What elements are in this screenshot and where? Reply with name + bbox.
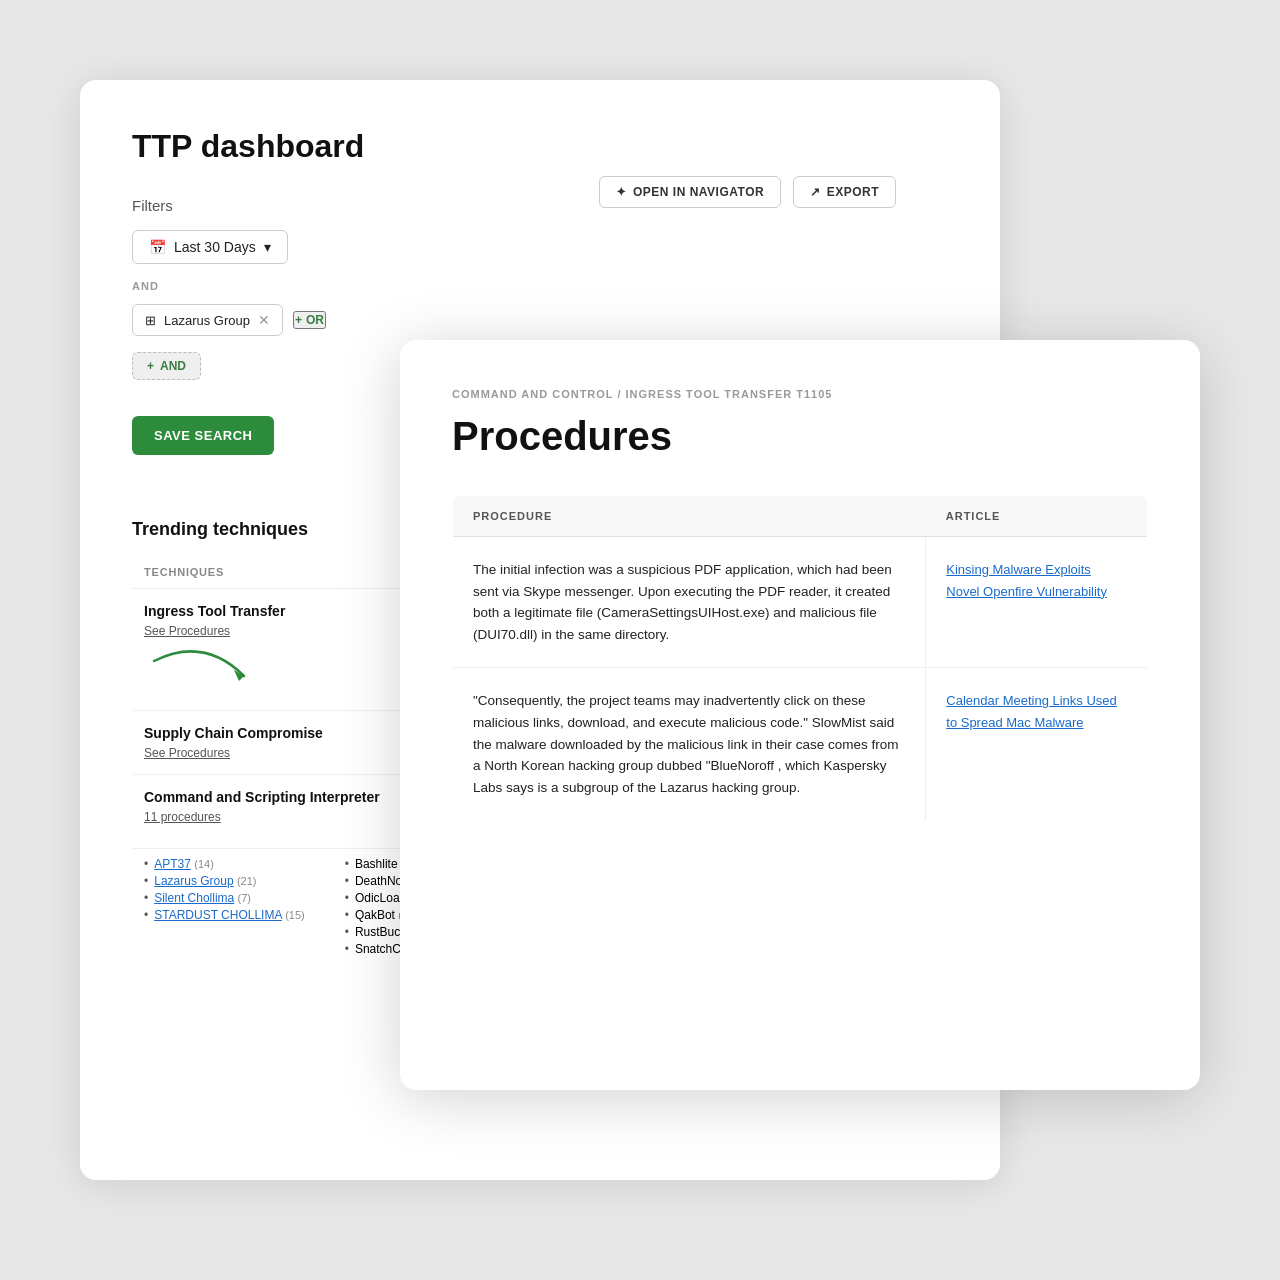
list-item: STARDUST CHOLLIMA (15) [144, 908, 305, 922]
navigator-icon: ✦ [616, 185, 627, 199]
article-cell: Kinsing Malware Exploits Novel Openfire … [926, 537, 1148, 668]
see-procedures-link[interactable]: See Procedures [144, 624, 230, 638]
export-button[interactable]: ↗ EXPORT [793, 176, 896, 208]
or-button[interactable]: + OR [293, 311, 326, 329]
save-search-button[interactable]: SAVE SEARCH [132, 416, 274, 455]
breadcrumb: COMMAND AND CONTROL / INGRESS TOOL TRANS… [452, 388, 1148, 400]
and-label: AND [132, 280, 948, 292]
page-title: TTP dashboard [132, 128, 948, 165]
procedures-panel: COMMAND AND CONTROL / INGRESS TOOL TRANS… [400, 340, 1200, 1090]
article-col-header: ARTICLE [926, 496, 1148, 537]
date-filter-button[interactable]: 📅 Last 30 Days ▾ [132, 230, 288, 264]
list-item: Silent Chollima (7) [144, 891, 305, 905]
arrow-curved-icon [144, 646, 264, 696]
filter-tag-row: ⊞ Lazarus Group ✕ + OR [132, 304, 948, 336]
export-icon: ↗ [810, 185, 821, 199]
article-link-1[interactable]: Kinsing Malware Exploits Novel Openfire … [946, 562, 1107, 599]
procedure-text: "Consequently, the project teams may ina… [453, 668, 926, 821]
open-in-navigator-button[interactable]: ✦ OPEN IN NAVIGATOR [599, 176, 781, 208]
article-link-2[interactable]: Calendar Meeting Links Used to Spread Ma… [946, 693, 1117, 730]
procedure-row: "Consequently, the project teams may ina… [453, 668, 1148, 821]
procedures-title: Procedures [452, 414, 1148, 459]
add-and-button[interactable]: + AND [132, 352, 201, 380]
see-procedures-link-2[interactable]: See Procedures [144, 746, 230, 760]
chevron-down-icon: ▾ [264, 239, 271, 255]
list-item: Lazarus Group (21) [144, 874, 305, 888]
procedures-table: PROCEDURE ARTICLE The initial infection … [452, 495, 1148, 821]
procedure-col-header: PROCEDURE [453, 496, 926, 537]
list-item: APT37 (14) [144, 857, 305, 871]
article-cell: Calendar Meeting Links Used to Spread Ma… [926, 668, 1148, 821]
lazarus-group-tag: ⊞ Lazarus Group ✕ [132, 304, 283, 336]
calendar-icon: 📅 [149, 239, 166, 255]
group-icon: ⊞ [145, 313, 156, 328]
header-buttons: ✦ OPEN IN NAVIGATOR ↗ EXPORT [599, 176, 896, 208]
procedure-row: The initial infection was a suspicious P… [453, 537, 1148, 668]
silent-chollima-link[interactable]: Silent Chollima [154, 891, 234, 905]
plus-icon-and: + [147, 359, 154, 373]
tags-list-left: APT37 (14) Lazarus Group (21) Silent Cho… [144, 857, 305, 959]
apt37-link[interactable]: APT37 [154, 857, 191, 871]
see-procedures-count[interactable]: 11 procedures [144, 810, 221, 824]
stardust-link[interactable]: STARDUST CHOLLIMA [154, 908, 282, 922]
remove-tag-button[interactable]: ✕ [258, 312, 270, 328]
lazarus-link[interactable]: Lazarus Group [154, 874, 233, 888]
procedure-text: The initial infection was a suspicious P… [453, 537, 926, 668]
plus-icon: + [295, 313, 302, 327]
